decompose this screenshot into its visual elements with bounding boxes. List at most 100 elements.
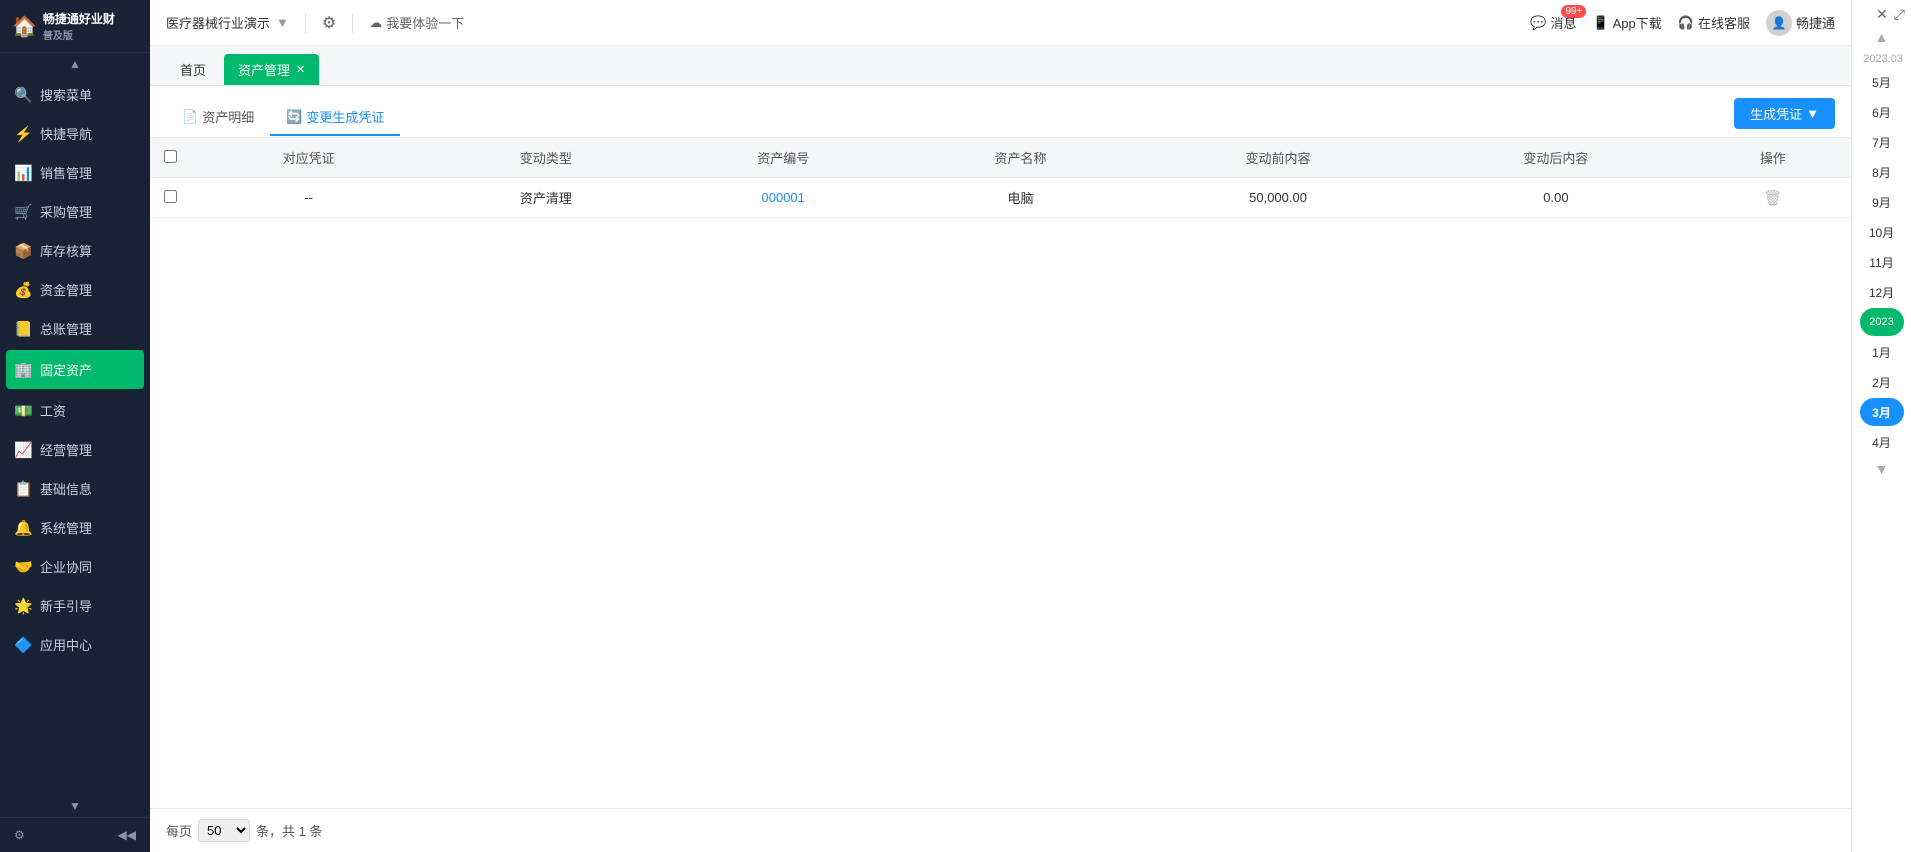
messages-badge[interactable]: 💬 消息 99+ <box>1530 13 1576 32</box>
sidebar-footer: ⚙ ◀◀ <box>0 817 150 852</box>
sidebar-item-search[interactable]: 🔍 搜索菜单 <box>0 75 150 114</box>
sidebar-label-purchase: 采购管理 <box>40 202 92 221</box>
system-icon: 🔔 <box>14 519 32 537</box>
sidebar-label-system: 系统管理 <box>40 518 92 537</box>
subtabbar: 📄 资产明细 🔄 变更生成凭证 生成凭证 ▼ <box>150 86 1851 138</box>
panel-expand-icon[interactable]: ⤢ <box>1892 4 1907 25</box>
inventory-icon: 📦 <box>14 242 32 260</box>
sidebar-item-ledger[interactable]: 📒 总账管理 <box>0 309 150 348</box>
date-scroll: ▲ 2023.03 5月 6月 7月 8月 9月 10月 11月 12月 202… <box>1852 25 1911 852</box>
support-icon: 🎧 <box>1678 15 1694 31</box>
prev-year-label: 2023.03 <box>1852 49 1911 67</box>
change-voucher-icon: 🔄 <box>286 109 302 125</box>
month-8[interactable]: 8月 <box>1860 158 1904 186</box>
panel-header: ✕ ⤢ <box>1852 0 1911 25</box>
sidebar-scroll-down[interactable]: ▼ <box>0 795 150 817</box>
month-1[interactable]: 1月 <box>1860 338 1904 366</box>
sidebar-scroll-up[interactable]: ▲ <box>0 53 150 75</box>
sidebar-label-fixed-assets: 固定资产 <box>40 360 92 379</box>
settings-icon[interactable]: ⚙ <box>14 828 25 842</box>
cell-change-type: 资产清理 <box>427 178 664 218</box>
date-down-arrow[interactable]: ▼ <box>1871 457 1893 481</box>
sidebar-item-basic-info[interactable]: 📋 基础信息 <box>0 469 150 508</box>
sidebar-item-quick-nav[interactable]: ⚡ 快捷导航 <box>0 114 150 153</box>
tab-home-label: 首页 <box>180 63 206 78</box>
generate-voucher-button[interactable]: 生成凭证 ▼ <box>1734 98 1835 129</box>
cell-asset-name: 电脑 <box>902 178 1139 218</box>
per-page-label: 每页 <box>166 821 192 840</box>
sidebar-label-basic-info: 基础信息 <box>40 479 92 498</box>
logo: 🏠 畅捷通好业财 普及版 <box>0 0 150 53</box>
asset-detail-icon: 📄 <box>182 109 198 125</box>
tab-asset-mgmt[interactable]: 资产管理 ✕ <box>224 54 319 85</box>
sidebar-item-guide[interactable]: 🌟 新手引导 <box>0 586 150 625</box>
row-checkbox[interactable] <box>164 190 177 203</box>
select-all-checkbox[interactable] <box>164 150 177 163</box>
sidebar-label-funds: 资金管理 <box>40 280 92 299</box>
month-11[interactable]: 11月 <box>1860 248 1904 276</box>
quicknav-icon: ⚡ <box>14 125 32 143</box>
logo-sub: 普及版 <box>43 31 73 42</box>
download-icon: 📱 <box>1592 15 1608 31</box>
sidebar-nav: 🔍 搜索菜单 ⚡ 快捷导航 📊 销售管理 🛒 采购管理 📦 库存核算 💰 资金管… <box>0 75 150 795</box>
sidebar-item-system[interactable]: 🔔 系统管理 <box>0 508 150 547</box>
sidebar-item-operations[interactable]: 📈 经营管理 <box>0 430 150 469</box>
per-page-select[interactable]: 50 10 20 100 <box>198 819 250 842</box>
sales-icon: 📊 <box>14 164 32 182</box>
month-5[interactable]: 5月 <box>1860 68 1904 96</box>
sidebar-item-app-center[interactable]: 🔷 应用中心 <box>0 625 150 664</box>
cell-action: 🗑 <box>1695 178 1851 218</box>
month-6[interactable]: 6月 <box>1860 98 1904 126</box>
app-download-btn[interactable]: 📱 App下载 <box>1592 13 1661 32</box>
tab-close-icon[interactable]: ✕ <box>296 63 305 76</box>
delete-icon[interactable]: 🗑 <box>1763 190 1782 207</box>
col-asset-name: 资产名称 <box>902 138 1139 178</box>
tabbar: 首页 资产管理 ✕ <box>150 46 1851 86</box>
sidebar-item-funds[interactable]: 💰 资金管理 <box>0 270 150 309</box>
date-panel: ✕ ⤢ ▲ 2023.03 5月 6月 7月 8月 9月 10月 11月 12月… <box>1851 0 1911 852</box>
sidebar-item-fixed-assets[interactable]: 🏢 固定资产 <box>6 350 144 389</box>
select-all-th <box>150 138 190 178</box>
col-after: 变动后内容 <box>1417 138 1695 178</box>
table-row: -- 资产清理 000001 电脑 50,000.00 0.00 🗑 <box>150 178 1851 218</box>
sidebar-item-payroll[interactable]: 💵 工资 <box>0 391 150 430</box>
pagination: 每页 50 10 20 100 条，共 1 条 <box>150 808 1851 852</box>
content-area: 📄 资产明细 🔄 变更生成凭证 生成凭证 ▼ 对应凭证 <box>150 86 1851 852</box>
messages-count: 99+ <box>1561 5 1586 18</box>
try-button[interactable]: ☁ 我要体验一下 <box>369 13 464 32</box>
online-support-label: 在线客服 <box>1698 13 1750 32</box>
year-2023-badge[interactable]: 2023 <box>1860 308 1904 336</box>
sidebar-label-ledger: 总账管理 <box>40 319 92 338</box>
main-content: 医疗器械行业演示 ▼ ⚙ ☁ 我要体验一下 💬 消息 99+ 📱 App下载 🎧… <box>150 0 1851 852</box>
sidebar-label-quick-nav: 快捷导航 <box>40 124 92 143</box>
sidebar: 🏠 畅捷通好业财 普及版 ▲ 🔍 搜索菜单 ⚡ 快捷导航 📊 销售管理 🛒 采购… <box>0 0 150 852</box>
collapse-icon[interactable]: ◀◀ <box>118 828 136 842</box>
month-7[interactable]: 7月 <box>1860 128 1904 156</box>
month-10[interactable]: 10月 <box>1860 218 1904 246</box>
tab-home[interactable]: 首页 <box>166 54 220 85</box>
divider-2 <box>352 13 353 33</box>
sidebar-item-purchase[interactable]: 🛒 采购管理 <box>0 192 150 231</box>
month-2[interactable]: 2月 <box>1860 368 1904 396</box>
sidebar-item-inventory[interactable]: 📦 库存核算 <box>0 231 150 270</box>
sidebar-label-payroll: 工资 <box>40 401 66 420</box>
month-9[interactable]: 9月 <box>1860 188 1904 216</box>
cell-after: 0.00 <box>1417 178 1695 218</box>
company-selector[interactable]: 医疗器械行业演示 ▼ <box>166 13 289 32</box>
panel-close-icon[interactable]: ✕ <box>1874 4 1890 25</box>
sidebar-item-enterprise[interactable]: 🤝 企业协同 <box>0 547 150 586</box>
subtab-change-voucher[interactable]: 🔄 变更生成凭证 <box>270 99 400 136</box>
date-up-arrow[interactable]: ▲ <box>1871 25 1893 49</box>
cell-before: 50,000.00 <box>1139 178 1417 218</box>
month-12[interactable]: 12月 <box>1860 278 1904 306</box>
month-4[interactable]: 4月 <box>1860 428 1904 456</box>
user-menu[interactable]: 👤 畅捷通 <box>1766 10 1835 36</box>
subtab-asset-detail[interactable]: 📄 资产明细 <box>166 99 270 136</box>
purchase-icon: 🛒 <box>14 203 32 221</box>
company-name: 医疗器械行业演示 <box>166 13 270 32</box>
month-3-active[interactable]: 3月 <box>1860 398 1904 426</box>
online-support-btn[interactable]: 🎧 在线客服 <box>1678 13 1750 32</box>
asset-table: 对应凭证 变动类型 资产编号 资产名称 变动前内容 变动后内容 操作 <box>150 138 1851 218</box>
sidebar-item-sales[interactable]: 📊 销售管理 <box>0 153 150 192</box>
settings-gear-icon[interactable]: ⚙ <box>322 13 336 33</box>
